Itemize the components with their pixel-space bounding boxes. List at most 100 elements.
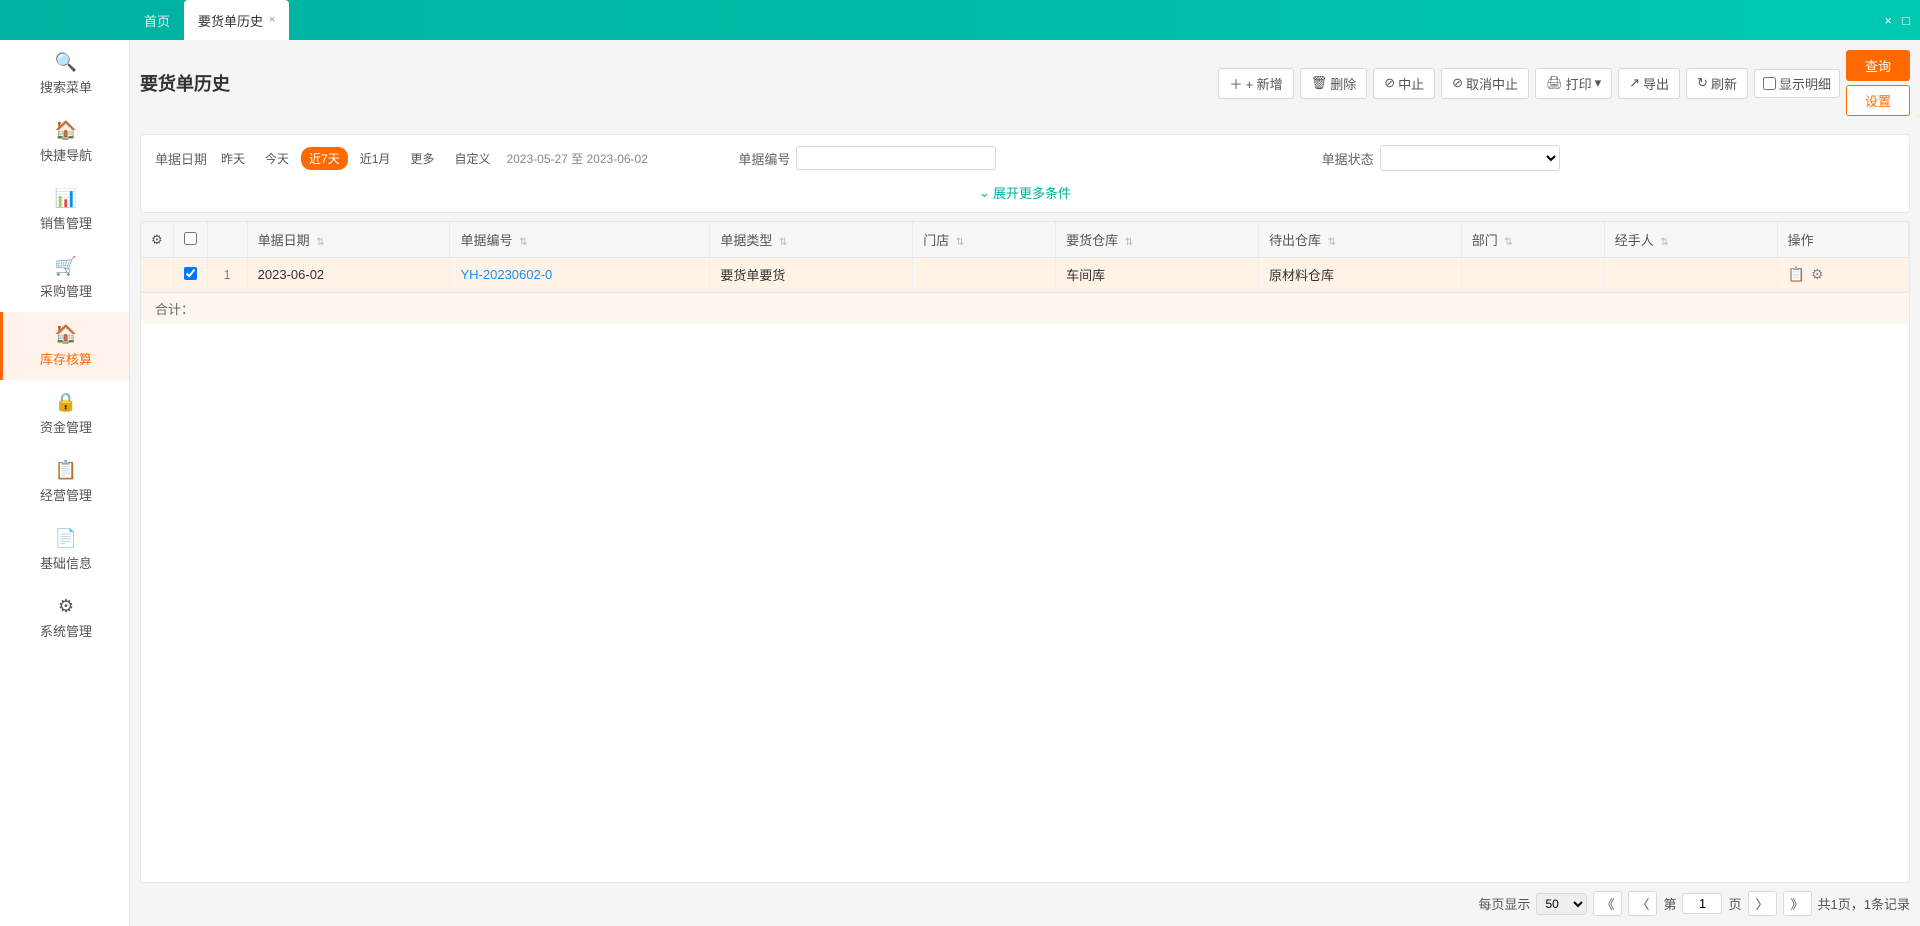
first-page-btn[interactable]: 《 [1593, 891, 1622, 916]
th-doc-no[interactable]: 单据编号 ⇅ [450, 222, 710, 258]
window-close-btn[interactable]: × [1885, 13, 1893, 28]
refresh-button[interactable]: ↻ 刷新 [1686, 68, 1748, 99]
window-maximize-btn[interactable]: □ [1902, 13, 1910, 28]
th-handler[interactable]: 经手人 ⇅ [1604, 222, 1777, 258]
tab-close-icon[interactable]: × [269, 14, 275, 26]
sidebar-item-sales-label: 销售管理 [40, 213, 92, 232]
doc-status-select[interactable] [1380, 145, 1560, 171]
main-layout: 🔍 搜索菜单 🏠 快捷导航 📊 销售管理 🛒 采购管理 🏠 库存核算 🔒 资金管… [0, 40, 1920, 926]
page-label: 第 [1663, 894, 1676, 913]
query-button[interactable]: 查询 [1846, 50, 1910, 81]
date-filter-buttons: 昨天 今天 近7天 近1月 更多 自定义 [213, 147, 498, 170]
doc-number-label: 单据编号 [738, 149, 790, 168]
quick-nav-icon: 🏠 [55, 120, 77, 141]
td-pending-warehouse: 原材料仓库 [1258, 258, 1461, 292]
td-settings-cell [141, 258, 173, 292]
settings-gear-icon[interactable]: ⚙ [151, 232, 163, 247]
date-btn-today[interactable]: 今天 [257, 147, 297, 170]
page-input[interactable] [1682, 893, 1722, 914]
select-all-checkbox[interactable] [184, 232, 197, 245]
new-button[interactable]: ＋ + 新增 [1218, 68, 1293, 99]
print-dropdown-icon: ▾ [1595, 75, 1602, 91]
export-icon: ↗ [1629, 75, 1640, 91]
delete-button[interactable]: 🗑 删除 [1300, 68, 1368, 99]
prev-page-btn[interactable]: 〈 [1628, 891, 1657, 916]
operations-mgmt-icon: 📋 [55, 460, 77, 481]
sidebar-item-operations-mgmt[interactable]: 📋 经营管理 [0, 448, 129, 516]
date-btn-more[interactable]: 更多 [402, 147, 442, 170]
table-footer: 合计： [141, 292, 1909, 324]
plus-icon: ＋ [1229, 74, 1242, 93]
footer-total-label: 合计： [155, 302, 194, 317]
sidebar-item-finance-mgmt[interactable]: 🔒 资金管理 [0, 380, 129, 448]
date-btn-yesterday[interactable]: 昨天 [213, 147, 253, 170]
window-controls: × □ [1885, 13, 1910, 28]
setting-button[interactable]: 设置 [1846, 85, 1910, 116]
th-num [207, 222, 247, 258]
sidebar-item-inventory-calc[interactable]: 🏠 库存核算 [0, 312, 129, 380]
last-page-btn[interactable]: 》 [1783, 891, 1812, 916]
date-filter-label: 单据日期 [155, 149, 207, 168]
td-doc-no[interactable]: YH-20230602-0 [450, 258, 710, 292]
tab-home-label: 首页 [144, 11, 170, 30]
expand-filter-btn[interactable]: ⌄ 展开更多条件 [979, 183, 1071, 202]
display-detail-checkbox[interactable] [1763, 77, 1776, 90]
edit-icon[interactable]: 📋 [1788, 266, 1805, 283]
export-label: 导出 [1643, 74, 1669, 93]
print-label: 打印 [1566, 74, 1592, 93]
td-handler [1604, 258, 1777, 292]
print-icon: 🖨 [1546, 75, 1563, 91]
table-header-row: ⚙ 单据日期 ⇅ 单据编号 ⇅ [141, 222, 1909, 258]
stop-button[interactable]: ⊘ 中止 [1373, 68, 1435, 99]
td-store [913, 258, 1056, 292]
sidebar-item-sales-mgmt[interactable]: 📊 销售管理 [0, 176, 129, 244]
search-menu-icon: 🔍 [55, 52, 77, 73]
display-detail-btn[interactable]: 显示明细 [1754, 69, 1840, 98]
td-operation: 📋 ⚙ [1777, 258, 1908, 292]
th-operation: 操作 [1777, 222, 1908, 258]
th-department[interactable]: 部门 ⇅ [1461, 222, 1604, 258]
tab-requisition-history[interactable]: 要货单历史 × [184, 0, 289, 40]
print-button[interactable]: 🖨 打印 ▾ [1535, 68, 1612, 99]
cancel-stop-button[interactable]: ⊘ 取消中止 [1441, 68, 1529, 99]
th-store[interactable]: 门店 ⇅ [913, 222, 1056, 258]
doc-number-input[interactable] [796, 146, 996, 170]
sidebar-item-basic-info[interactable]: 📄 基础信息 [0, 516, 129, 584]
th-settings[interactable]: ⚙ [141, 222, 173, 258]
date-btn-last7days[interactable]: 近7天 [301, 147, 348, 170]
th-doc-type[interactable]: 单据类型 ⇅ [710, 222, 913, 258]
per-page-select[interactable]: 50 20 100 200 [1536, 893, 1587, 915]
doc-status-label: 单据状态 [1322, 149, 1374, 168]
sales-mgmt-icon: 📊 [55, 188, 77, 209]
purchase-mgmt-icon: 🛒 [55, 256, 77, 277]
doc-no-link[interactable]: YH-20230602-0 [460, 267, 552, 282]
sidebar-item-system-mgmt[interactable]: ⚙ 系统管理 [0, 584, 129, 652]
th-pending-warehouse[interactable]: 待出仓库 ⇅ [1258, 222, 1461, 258]
tab-home[interactable]: 首页 [130, 0, 184, 40]
detail-icon[interactable]: ⚙ [1811, 266, 1824, 283]
sidebar-item-finance-label: 资金管理 [40, 417, 92, 436]
page-title: 要货单历史 [140, 70, 230, 96]
content-area: 要货单历史 ＋ + 新增 🗑 删除 ⊘ 中止 ⊘ 取消中止 [130, 40, 1920, 926]
sort-doctype-icon: ⇅ [779, 237, 787, 248]
sort-docno-icon: ⇅ [519, 237, 527, 248]
sidebar-item-inventory-label: 库存核算 [40, 349, 92, 368]
date-btn-last1month[interactable]: 近1月 [352, 147, 399, 170]
total-label: 共1页，1条记录 [1818, 894, 1910, 913]
sidebar-item-quick-nav[interactable]: 🏠 快捷导航 [0, 108, 129, 176]
next-page-btn[interactable]: 〉 [1748, 891, 1777, 916]
date-btn-custom[interactable]: 自定义 [446, 147, 498, 170]
th-req-warehouse[interactable]: 要货仓库 ⇅ [1056, 222, 1259, 258]
td-num: 1 [207, 258, 247, 292]
sort-handler-icon: ⇅ [1660, 237, 1668, 248]
expand-filter-label: 展开更多条件 [993, 183, 1071, 202]
row-checkbox[interactable] [184, 267, 197, 280]
sidebar-item-purchase-mgmt[interactable]: 🛒 采购管理 [0, 244, 129, 312]
export-button[interactable]: ↗ 导出 [1618, 68, 1680, 99]
th-date[interactable]: 单据日期 ⇅ [247, 222, 450, 258]
sidebar: 🔍 搜索菜单 🏠 快捷导航 📊 销售管理 🛒 采购管理 🏠 库存核算 🔒 资金管… [0, 40, 130, 926]
refresh-icon: ↻ [1697, 75, 1708, 91]
delete-icon: 🗑 [1311, 75, 1328, 91]
sidebar-item-search-menu[interactable]: 🔍 搜索菜单 [0, 40, 129, 108]
basic-info-icon: 📄 [55, 528, 77, 549]
